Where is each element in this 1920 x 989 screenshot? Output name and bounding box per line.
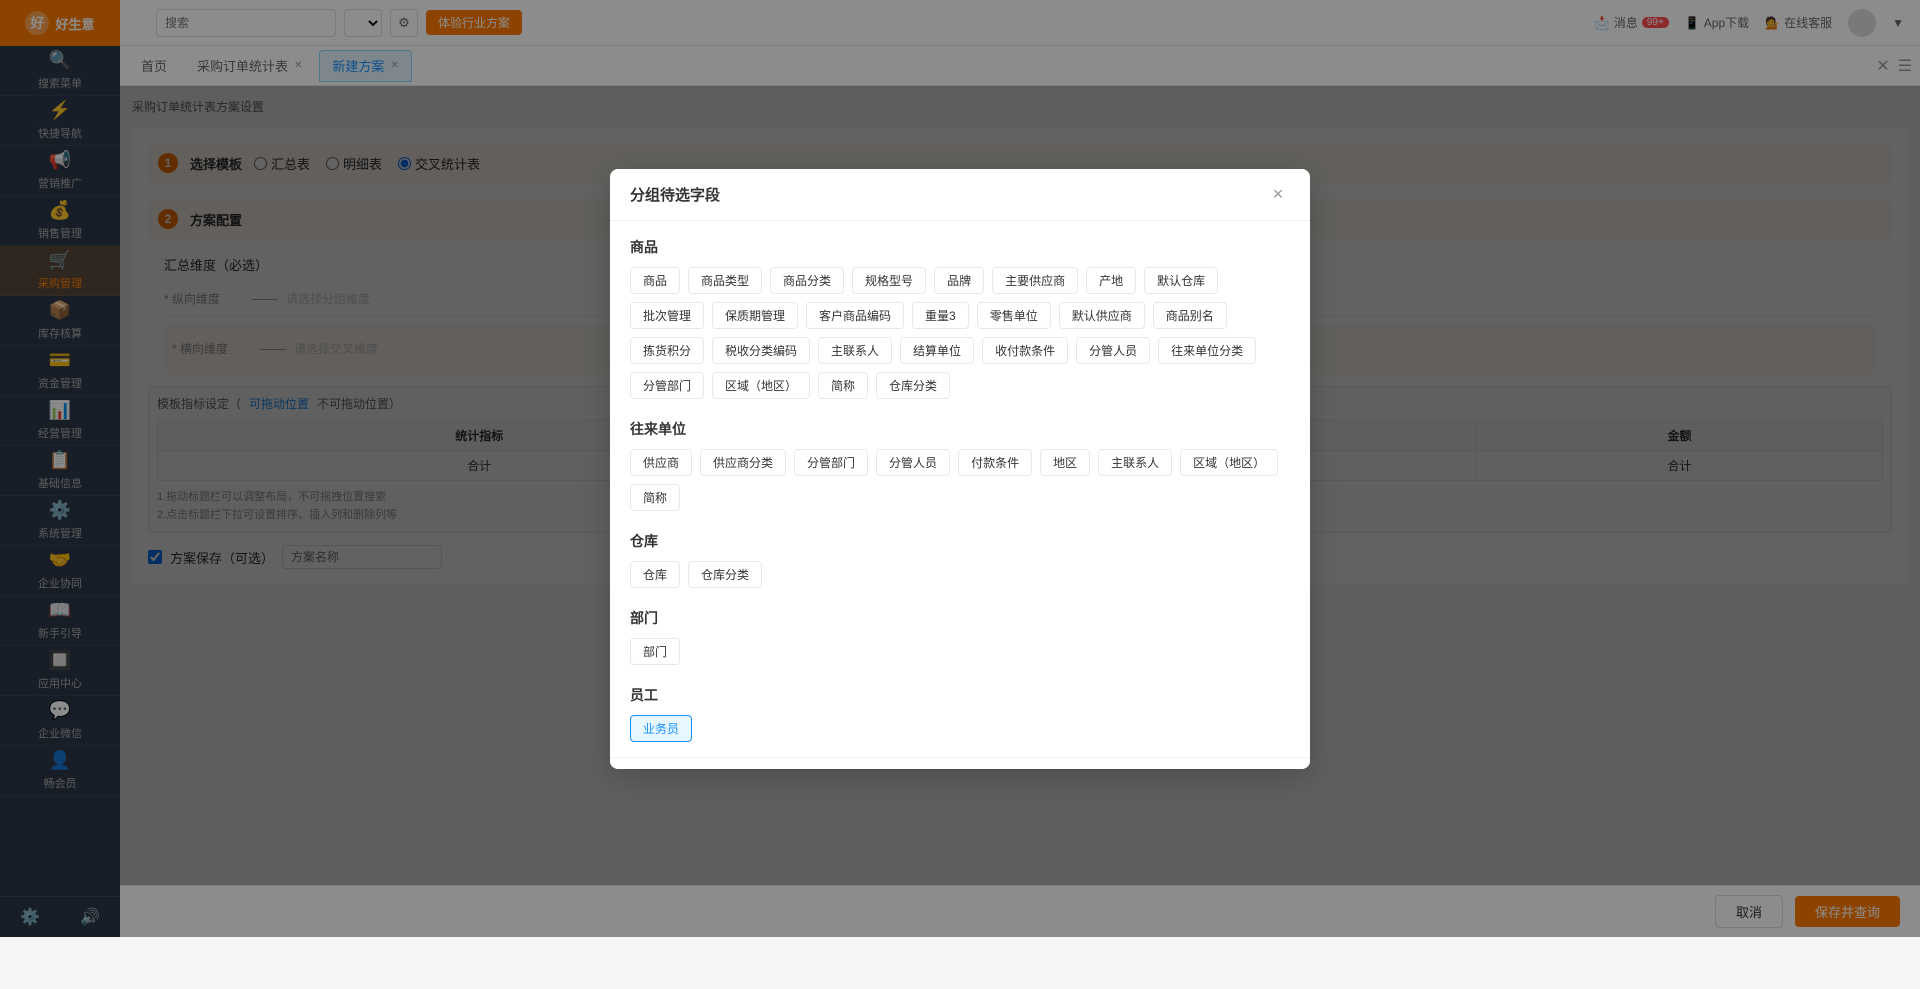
chip-main-contact[interactable]: 主联系人 (818, 337, 892, 364)
product-chips: 商品 商品类型 商品分类 规格型号 品牌 主要供应商 产地 默认仓库 批次管理 … (630, 267, 1290, 399)
chip-dept-mgmt[interactable]: 分管部门 (630, 372, 704, 399)
modal-close-button[interactable]: × (1266, 182, 1290, 206)
modal-header: 分组待选字段 × (610, 169, 1310, 221)
chip-origin[interactable]: 产地 (1086, 267, 1136, 294)
chip-short-name[interactable]: 简称 (818, 372, 868, 399)
section-counterpart-title: 往来单位 (630, 419, 1290, 439)
chip-supplier[interactable]: 供应商 (630, 449, 692, 476)
modal-body[interactable]: 商品 商品 商品类型 商品分类 规格型号 品牌 主要供应商 产地 默认仓库 批次… (610, 221, 1310, 757)
chip-brand[interactable]: 品牌 (934, 267, 984, 294)
chip-department[interactable]: 部门 (630, 638, 680, 665)
chip-product-category[interactable]: 商品分类 (770, 267, 844, 294)
chip-default-warehouse[interactable]: 默认仓库 (1144, 267, 1218, 294)
chip-region2[interactable]: 区域（地区） (1180, 449, 1278, 476)
chip-tax-code[interactable]: 税收分类编码 (712, 337, 810, 364)
section-product: 商品 商品 商品类型 商品分类 规格型号 品牌 主要供应商 产地 默认仓库 批次… (630, 237, 1290, 399)
chip-counterpart-category[interactable]: 往来单位分类 (1158, 337, 1256, 364)
chip-region[interactable]: 区域（地区） (712, 372, 810, 399)
modal-overlay: 分组待选字段 × 商品 商品 商品类型 商品分类 规格型号 品牌 主要供应商 产… (0, 0, 1920, 937)
chip-shelf-life[interactable]: 保质期管理 (712, 302, 798, 329)
chip-pick-points[interactable]: 拣货积分 (630, 337, 704, 364)
chip-weight[interactable]: 重量3 (912, 302, 969, 329)
section-dept-title: 部门 (630, 608, 1290, 628)
chip-dept[interactable]: 分管部门 (794, 449, 868, 476)
chip-warehouse-category[interactable]: 仓库分类 (876, 372, 950, 399)
section-dept: 部门 部门 (630, 608, 1290, 665)
chip-abbr[interactable]: 简称 (630, 484, 680, 511)
section-employee: 员工 业务员 (630, 685, 1290, 742)
field-selection-modal: 分组待选字段 × 商品 商品 商品类型 商品分类 规格型号 品牌 主要供应商 产… (610, 169, 1310, 769)
section-warehouse-title: 仓库 (630, 531, 1290, 551)
section-product-title: 商品 (630, 237, 1290, 257)
chip-product-alias[interactable]: 商品别名 (1153, 302, 1227, 329)
chip-supplier-category[interactable]: 供应商分类 (700, 449, 786, 476)
section-employee-title: 员工 (630, 685, 1290, 705)
chip-warehouse[interactable]: 仓库 (630, 561, 680, 588)
section-counterpart: 往来单位 供应商 供应商分类 分管部门 分管人员 付款条件 地区 主联系人 区域… (630, 419, 1290, 511)
chip-batch-mgmt[interactable]: 批次管理 (630, 302, 704, 329)
chip-salesperson[interactable]: 业务员 (630, 715, 692, 742)
modal-scrollbar[interactable] (610, 757, 1310, 769)
chip-product[interactable]: 商品 (630, 267, 680, 294)
counterpart-chips: 供应商 供应商分类 分管部门 分管人员 付款条件 地区 主联系人 区域（地区） … (630, 449, 1290, 511)
chip-spec-model[interactable]: 规格型号 (852, 267, 926, 294)
section-warehouse: 仓库 仓库 仓库分类 (630, 531, 1290, 588)
chip-main-supplier[interactable]: 主要供应商 (992, 267, 1078, 294)
chip-area[interactable]: 地区 (1040, 449, 1090, 476)
dept-chips: 部门 (630, 638, 1290, 665)
chip-person[interactable]: 分管人员 (876, 449, 950, 476)
chip-settlement-unit[interactable]: 结算单位 (900, 337, 974, 364)
warehouse-chips: 仓库 仓库分类 (630, 561, 1290, 588)
employee-chips: 业务员 (630, 715, 1290, 742)
chip-product-type[interactable]: 商品类型 (688, 267, 762, 294)
chip-contact[interactable]: 主联系人 (1098, 449, 1172, 476)
chip-payment-cond[interactable]: 付款条件 (958, 449, 1032, 476)
modal-title: 分组待选字段 (630, 184, 720, 205)
close-icon: × (1273, 184, 1284, 205)
chip-customer-code[interactable]: 客户商品编码 (806, 302, 904, 329)
chip-warehouse-cat[interactable]: 仓库分类 (688, 561, 762, 588)
chip-default-supplier[interactable]: 默认供应商 (1059, 302, 1145, 329)
chip-payment-terms[interactable]: 收付款条件 (982, 337, 1068, 364)
chip-retail-unit[interactable]: 零售单位 (977, 302, 1051, 329)
chip-supervisor[interactable]: 分管人员 (1076, 337, 1150, 364)
